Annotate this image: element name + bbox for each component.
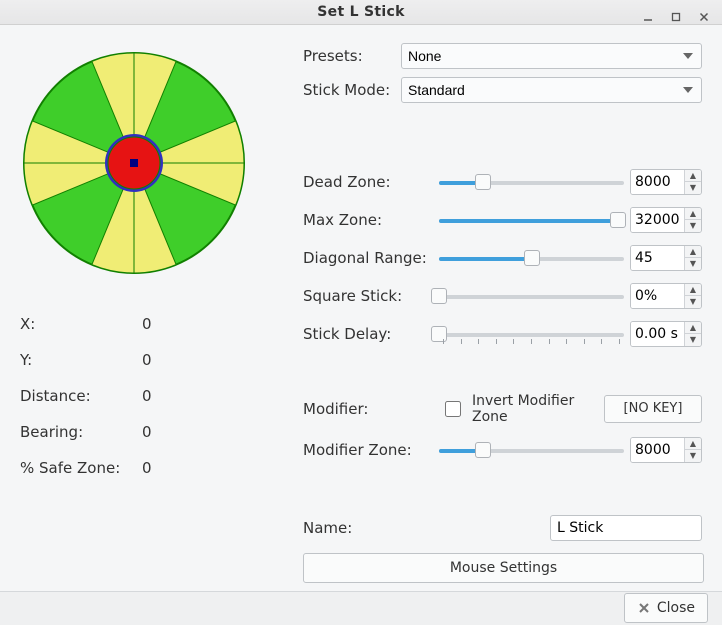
close-button-label: Close — [657, 600, 695, 616]
readout-bearing-value: 0 — [142, 423, 202, 441]
spin-down-icon[interactable]: ▼ — [685, 296, 701, 308]
maximize-button[interactable] — [662, 4, 690, 30]
readout-safe-zone: % Safe Zone: 0 — [20, 459, 285, 477]
max-zone-slider[interactable] — [439, 210, 624, 230]
window-title: Set L Stick — [0, 4, 722, 20]
readout-distance-value: 0 — [142, 387, 202, 405]
readout-distance: Distance: 0 — [20, 387, 285, 405]
stick-delay-label: Stick Delay: — [303, 325, 433, 343]
spin-up-icon[interactable]: ▲ — [685, 208, 701, 221]
spin-up-icon[interactable]: ▲ — [685, 322, 701, 335]
square-stick-spin[interactable]: ▲▼ — [630, 283, 702, 309]
presets-select[interactable]: None — [401, 43, 702, 69]
readout-x: X: 0 — [20, 315, 285, 333]
modifier-zone-slider[interactable] — [439, 440, 624, 460]
modifier-zone-spin[interactable]: ▲▼ — [630, 437, 702, 463]
square-stick-value[interactable] — [631, 284, 684, 308]
dialog-window: Set L Stick — [0, 0, 722, 625]
stick-delay-value[interactable] — [631, 322, 684, 346]
max-zone-row: Max Zone: ▲▼ — [303, 207, 702, 233]
modifier-key-button[interactable]: [NO KEY] — [604, 395, 702, 423]
square-stick-slider[interactable] — [439, 286, 624, 306]
left-column: X: 0 Y: 0 Distance: 0 Bearing: 0 % Safe … — [20, 43, 285, 583]
name-input[interactable] — [550, 515, 702, 541]
readout-y: Y: 0 — [20, 351, 285, 369]
diagonal-range-spin[interactable]: ▲▼ — [630, 245, 702, 271]
mouse-settings-label: Mouse Settings — [450, 560, 557, 576]
stick-delay-slider[interactable] — [439, 324, 624, 344]
right-column: Presets: None Stick Mode: Standard Dead … — [303, 43, 702, 583]
stick-mode-row: Stick Mode: Standard — [303, 77, 702, 103]
close-icon — [637, 601, 651, 615]
close-button[interactable]: Close — [624, 593, 708, 623]
modifier-zone-row: Modifier Zone: ▲▼ — [303, 437, 702, 463]
minimize-button[interactable] — [634, 4, 662, 30]
modifier-label: Modifier: — [303, 400, 433, 418]
presets-label: Presets: — [303, 47, 401, 65]
spin-up-icon[interactable]: ▲ — [685, 284, 701, 297]
spin-up-icon[interactable]: ▲ — [685, 170, 701, 183]
stick-delay-row: Stick Delay: ▲▼ — [303, 321, 702, 347]
invert-modifier-label: Invert Modifier Zone — [472, 393, 596, 425]
modifier-zone-value[interactable] — [631, 438, 684, 462]
stick-delay-spin[interactable]: ▲▼ — [630, 321, 702, 347]
max-zone-spin[interactable]: ▲▼ — [630, 207, 702, 233]
readout-x-value: 0 — [142, 315, 202, 333]
modifier-row: Modifier: Invert Modifier Zone [NO KEY] — [303, 393, 702, 425]
spin-down-icon[interactable]: ▼ — [685, 182, 701, 194]
modifier-key-label: [NO KEY] — [624, 401, 683, 416]
spin-up-icon[interactable]: ▲ — [685, 246, 701, 259]
titlebar: Set L Stick — [0, 0, 722, 25]
dead-zone-slider[interactable] — [439, 172, 624, 192]
readout-bearing-label: Bearing: — [20, 423, 142, 441]
stick-mode-label: Stick Mode: — [303, 81, 401, 99]
dead-zone-label: Dead Zone: — [303, 173, 433, 191]
stick-visualizer-svg — [20, 49, 248, 277]
readout-x-label: X: — [20, 315, 142, 333]
readout-bearing: Bearing: 0 — [20, 423, 285, 441]
footer: Close — [0, 591, 722, 625]
stick-mode-select[interactable]: Standard — [401, 77, 702, 103]
readout-y-label: Y: — [20, 351, 142, 369]
square-stick-row: Square Stick: ▲▼ — [303, 283, 702, 309]
max-zone-value[interactable] — [631, 208, 684, 232]
readout-safe-zone-label: % Safe Zone: — [20, 459, 142, 477]
presets-row: Presets: None — [303, 43, 702, 69]
max-zone-label: Max Zone: — [303, 211, 433, 229]
readout-safe-zone-value: 0 — [142, 459, 202, 477]
invert-modifier-checkbox[interactable] — [445, 401, 461, 417]
spin-down-icon[interactable]: ▼ — [685, 220, 701, 232]
name-row: Name: — [303, 515, 702, 541]
spin-down-icon[interactable]: ▼ — [685, 258, 701, 270]
spin-down-icon[interactable]: ▼ — [685, 450, 701, 462]
diagonal-range-slider[interactable] — [439, 248, 624, 268]
diagonal-range-value[interactable] — [631, 246, 684, 270]
dead-zone-row: Dead Zone: ▲▼ — [303, 169, 702, 195]
diagonal-range-row: Diagonal Range: ▲▼ — [303, 245, 702, 271]
diagonal-range-label: Diagonal Range: — [303, 249, 433, 267]
readout-y-value: 0 — [142, 351, 202, 369]
dead-zone-value[interactable] — [631, 170, 684, 194]
stick-visualizer — [20, 49, 248, 281]
spin-up-icon[interactable]: ▲ — [685, 438, 701, 451]
window-buttons — [634, 4, 718, 30]
dead-zone-spin[interactable]: ▲▼ — [630, 169, 702, 195]
modifier-zone-label: Modifier Zone: — [303, 441, 433, 459]
spin-down-icon[interactable]: ▼ — [685, 334, 701, 346]
readout-distance-label: Distance: — [20, 387, 142, 405]
mouse-settings-button[interactable]: Mouse Settings — [303, 553, 704, 583]
name-label: Name: — [303, 519, 433, 537]
readouts: X: 0 Y: 0 Distance: 0 Bearing: 0 % Safe … — [20, 315, 285, 495]
close-window-button[interactable] — [690, 4, 718, 30]
content-area: X: 0 Y: 0 Distance: 0 Bearing: 0 % Safe … — [0, 25, 722, 591]
square-stick-label: Square Stick: — [303, 287, 433, 305]
